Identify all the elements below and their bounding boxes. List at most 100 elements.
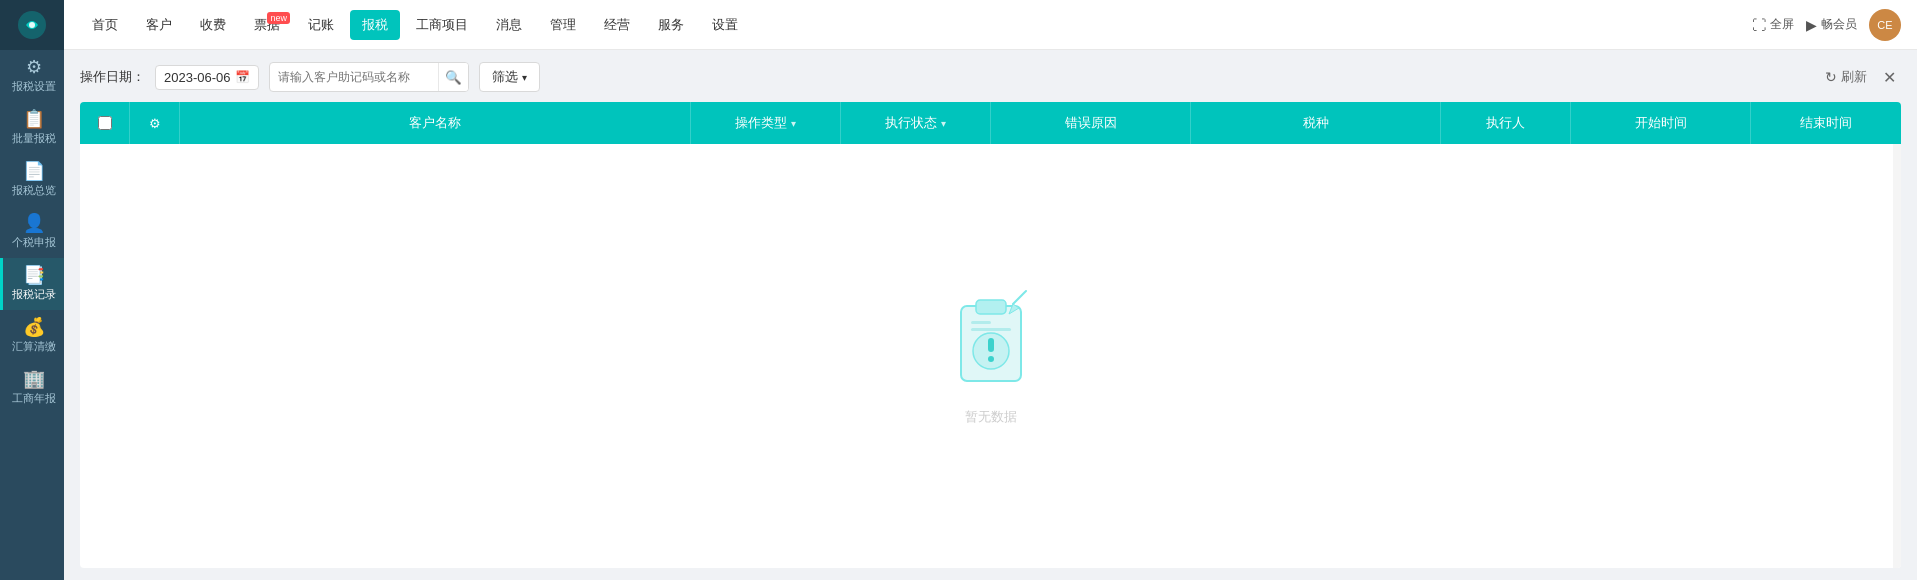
table-container: ⚙ 客户名称 操作类型 ▾ 执行状态 ▾ 错误原因 税种 — [80, 102, 1901, 568]
sidebar-item-baoshui-zonglam[interactable]: 📄 报税总览 — [0, 154, 64, 206]
fullscreen-button[interactable]: ⛶ 全屏 — [1752, 16, 1794, 33]
search-button[interactable]: 🔍 — [438, 63, 468, 91]
svg-point-1 — [29, 22, 35, 28]
sidebar-item-piliang-baoshui[interactable]: 📋 批量报税 — [0, 102, 64, 154]
fullscreen-label: 全屏 — [1770, 16, 1794, 33]
svg-rect-6 — [988, 356, 994, 362]
refresh-icon: ↻ — [1825, 69, 1837, 85]
sidebar-item-label: 个税申报 — [12, 235, 56, 250]
fullscreen-icon: ⛶ — [1752, 17, 1766, 33]
filter-button[interactable]: 筛选 ▾ — [479, 62, 540, 92]
main-container: 首页 客户 收费 票据 new 记账 报税 工商项目 消息 管理 经营 服务 设… — [64, 0, 1917, 580]
th-label-operation: 操作类型 — [735, 114, 787, 132]
th-label-status: 执行状态 — [885, 114, 937, 132]
new-badge: new — [267, 12, 290, 25]
user-avatar[interactable]: CE — [1869, 9, 1901, 41]
svg-rect-5 — [988, 338, 994, 352]
th-label-tax: 税种 — [1303, 114, 1329, 132]
nav-item-jingying[interactable]: 经营 — [592, 10, 642, 40]
date-picker[interactable]: 2023-06-06 📅 — [155, 65, 259, 90]
filter-bar: 操作日期： 2023-06-06 📅 🔍 筛选 ▾ ↻ 刷新 ✕ — [80, 62, 1901, 92]
nav-item-fuwu[interactable]: 服务 — [646, 10, 696, 40]
personal-tax-icon: 👤 — [23, 214, 45, 232]
sidebar-item-label: 报税记录 — [12, 287, 56, 302]
date-value: 2023-06-06 — [164, 70, 231, 85]
sidebar-item-baoshui-jilu[interactable]: 📑 报税记录 — [0, 258, 64, 310]
table-header: ⚙ 客户名称 操作类型 ▾ 执行状态 ▾ 错误原因 税种 — [80, 102, 1901, 144]
batch-tax-icon: 📋 — [23, 110, 45, 128]
nav-item-jizhang[interactable]: 记账 — [296, 10, 346, 40]
filter-label-text: 筛选 — [492, 68, 518, 86]
search-input[interactable] — [270, 65, 438, 89]
nav-item-guanli[interactable]: 管理 — [538, 10, 588, 40]
empty-text: 暂无数据 — [965, 408, 1017, 426]
top-nav: 首页 客户 收费 票据 new 记账 报税 工商项目 消息 管理 经营 服务 设… — [64, 0, 1917, 50]
sidebar-item-baoshui-shezhi[interactable]: ⚙ 报税设置 — [0, 50, 64, 102]
th-settings[interactable]: ⚙ — [130, 102, 180, 144]
user-initials: CE — [1877, 19, 1892, 31]
close-button[interactable]: ✕ — [1877, 65, 1901, 89]
svg-rect-3 — [976, 300, 1006, 314]
sidebar: ⚙ 报税设置 📋 批量报税 📄 报税总览 👤 个税申报 📑 报税记录 💰 汇算清… — [0, 0, 64, 580]
nav-item-kehu[interactable]: 客户 — [134, 10, 184, 40]
date-label: 操作日期： — [80, 68, 145, 86]
table-body: 暂无数据 — [80, 144, 1901, 568]
content-area: 操作日期： 2023-06-06 📅 🔍 筛选 ▾ ↻ 刷新 ✕ — [64, 50, 1917, 580]
select-all-checkbox[interactable] — [98, 116, 112, 130]
app-logo — [0, 0, 64, 50]
settings-icon: ⚙ — [26, 58, 42, 76]
annual-report-icon: 🏢 — [23, 370, 45, 388]
sidebar-item-label: 工商年报 — [12, 391, 56, 406]
search-box: 🔍 — [269, 62, 469, 92]
scrollbar-track[interactable] — [1893, 144, 1901, 568]
sidebar-item-geshuishenbaol[interactable]: 👤 个税申报 — [0, 206, 64, 258]
th-label-executor: 执行人 — [1486, 114, 1525, 132]
sidebar-item-gongshang-nianbao[interactable]: 🏢 工商年报 — [0, 362, 64, 414]
nav-item-shezhi[interactable]: 设置 — [700, 10, 750, 40]
svg-rect-9 — [971, 321, 991, 324]
nav-item-piaoju[interactable]: 票据 new — [242, 10, 292, 40]
sidebar-item-huisuan-jiaona[interactable]: 💰 汇算清缴 — [0, 310, 64, 362]
close-icon: ✕ — [1883, 68, 1896, 87]
gear-icon: ⚙ — [149, 116, 161, 131]
th-end-time: 结束时间 — [1751, 102, 1901, 144]
nav-items: 首页 客户 收费 票据 new 记账 报税 工商项目 消息 管理 经营 服务 设… — [80, 10, 1752, 40]
th-exec-status[interactable]: 执行状态 ▾ — [841, 102, 991, 144]
refresh-label: 刷新 — [1841, 68, 1867, 86]
sidebar-item-label: 汇算清缴 — [12, 339, 56, 354]
nav-right: ⛶ 全屏 ▶ 畅会员 CE — [1752, 9, 1901, 41]
nav-item-xiaoxi[interactable]: 消息 — [484, 10, 534, 40]
th-label-start: 开始时间 — [1635, 114, 1687, 132]
th-label-end: 结束时间 — [1800, 114, 1852, 132]
th-label-customer: 客户名称 — [409, 114, 461, 132]
member-button[interactable]: ▶ 畅会员 — [1806, 16, 1857, 33]
settlement-icon: 💰 — [23, 318, 45, 336]
sidebar-item-label: 报税总览 — [12, 183, 56, 198]
th-operation-type[interactable]: 操作类型 ▾ — [691, 102, 841, 144]
calendar-icon: 📅 — [235, 70, 250, 84]
nav-item-shouye[interactable]: 首页 — [80, 10, 130, 40]
filter-icon-operation: ▾ — [791, 118, 796, 129]
record-icon: 📑 — [23, 266, 45, 284]
overview-icon: 📄 — [23, 162, 45, 180]
th-tax-type: 税种 — [1191, 102, 1441, 144]
th-start-time: 开始时间 — [1571, 102, 1751, 144]
chevron-down-icon: ▾ — [522, 72, 527, 83]
play-icon: ▶ — [1806, 17, 1817, 33]
th-executor: 执行人 — [1441, 102, 1571, 144]
th-checkbox[interactable] — [80, 102, 130, 144]
svg-line-7 — [1013, 291, 1026, 304]
nav-item-shoufei[interactable]: 收费 — [188, 10, 238, 40]
nav-item-baoshui[interactable]: 报税 — [350, 10, 400, 40]
filter-icon-status: ▾ — [941, 118, 946, 129]
svg-rect-10 — [971, 328, 1011, 331]
nav-item-gongshang-xiangmu[interactable]: 工商项目 — [404, 10, 480, 40]
th-label-error: 错误原因 — [1065, 114, 1117, 132]
th-customer-name: 客户名称 — [180, 102, 691, 144]
refresh-button[interactable]: ↻ 刷新 — [1825, 68, 1867, 86]
search-icon: 🔍 — [445, 70, 462, 85]
sidebar-item-label: 批量报税 — [12, 131, 56, 146]
sidebar-item-label: 报税设置 — [12, 79, 56, 94]
empty-state: 暂无数据 — [941, 286, 1041, 426]
member-label: 畅会员 — [1821, 16, 1857, 33]
